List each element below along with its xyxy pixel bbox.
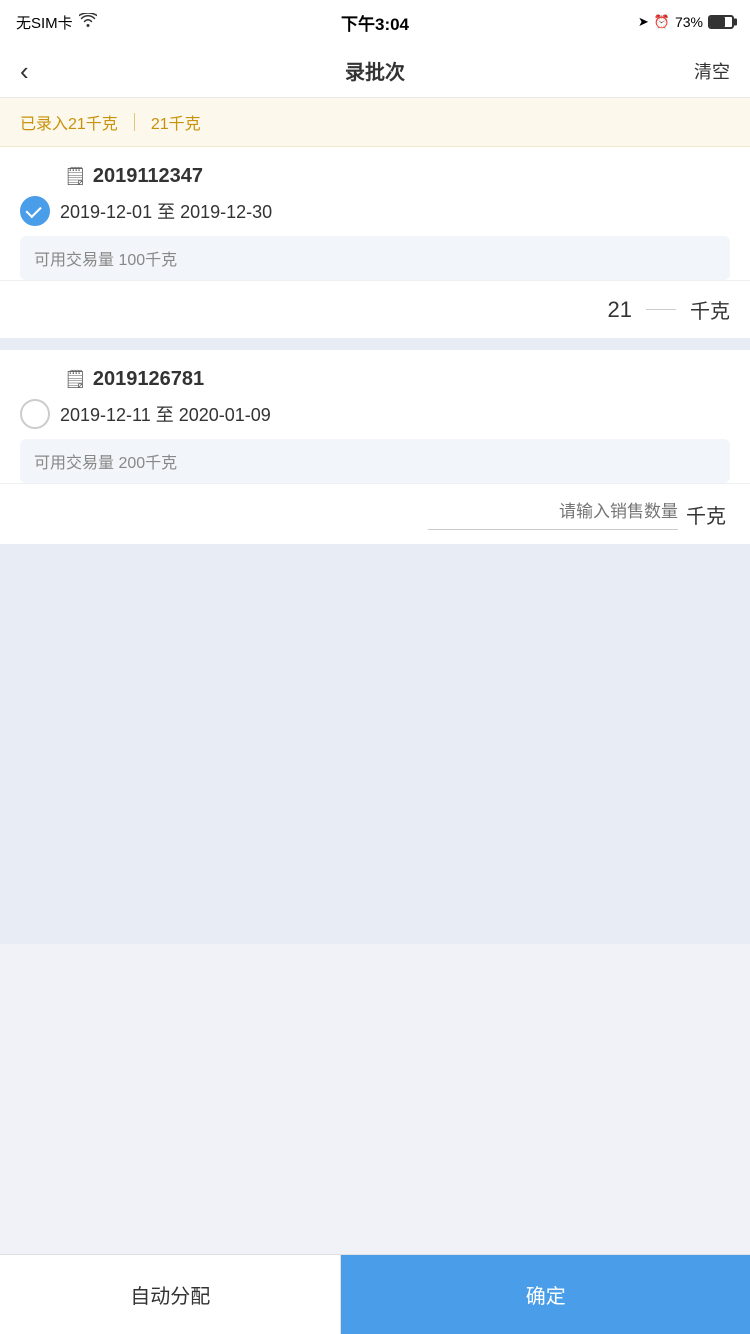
batch2-id: 2019126781 — [93, 368, 204, 391]
batch1-quantity-value: 21 — [608, 297, 632, 323]
clear-button[interactable]: 清空 — [694, 58, 730, 84]
batch1-date-row[interactable]: 2019-12-01 至 2019-12-30 — [20, 196, 730, 226]
empty-area — [0, 544, 750, 944]
status-bar: 无SIM卡 下午3:04 ➤ ⏰ 73% — [0, 0, 750, 44]
batch1-quantity-row: 21 千克 — [0, 280, 750, 338]
batch2-radio[interactable] — [20, 399, 50, 429]
batch1-availability: 可用交易量 100千克 — [20, 236, 730, 280]
confirm-button[interactable]: 确定 — [341, 1255, 750, 1334]
batch2-date-row[interactable]: 2019-12-11 至 2020-01-09 — [20, 399, 730, 429]
doc-icon-1: 🗒 — [64, 166, 87, 187]
nav-bar: ‹ 录批次 清空 — [0, 44, 750, 98]
batch2-date: 2019-12-11 至 2020-01-09 — [60, 401, 271, 427]
battery-icon — [708, 15, 734, 29]
batch1-date: 2019-12-01 至 2019-12-30 — [60, 198, 272, 224]
recorded-label: 已录入21千克 — [20, 110, 118, 134]
doc-icon-2: 🗒 — [64, 369, 87, 390]
page-title: 录批次 — [345, 56, 405, 85]
bottom-bar: 自动分配 确定 — [0, 1254, 750, 1334]
battery-label: 73% — [675, 14, 703, 30]
batch2-availability: 可用交易量 200千克 — [20, 439, 730, 483]
batch2-unit: 千克 — [686, 500, 726, 529]
back-button[interactable]: ‹ — [20, 58, 29, 84]
batch1-header: 🗒 2019112347 — [20, 165, 730, 188]
recorded-value: 21千克 — [151, 110, 201, 134]
auto-distribute-button[interactable]: 自动分配 — [0, 1255, 341, 1334]
info-divider — [134, 113, 135, 131]
batch1-quantity-unit: 千克 — [690, 295, 730, 324]
status-left: 无SIM卡 — [16, 12, 97, 33]
batch-card-1: 🗒 2019112347 2019-12-01 至 2019-12-30 可用交… — [0, 147, 750, 280]
batch1-id: 2019112347 — [93, 165, 203, 188]
location-icon: ➤ — [638, 14, 649, 30]
quantity-input-wrapper: 千克 — [20, 498, 730, 530]
status-time: 下午3:04 — [341, 10, 409, 35]
quantity-input[interactable] — [428, 498, 678, 530]
quantity-input-container[interactable] — [428, 498, 678, 530]
status-right: ➤ ⏰ 73% — [638, 14, 734, 30]
alarm-icon: ⏰ — [654, 14, 670, 30]
info-banner: 已录入21千克 21千克 — [0, 98, 750, 147]
batch-card-2: 🗒 2019126781 2019-12-11 至 2020-01-09 可用交… — [0, 350, 750, 483]
wifi-icon — [79, 13, 97, 31]
batch1-radio[interactable] — [20, 196, 50, 226]
batch2-quantity-row: 千克 — [0, 483, 750, 544]
batch2-header: 🗒 2019126781 — [20, 368, 730, 391]
section-divider — [0, 338, 750, 350]
carrier-label: 无SIM卡 — [16, 12, 73, 33]
